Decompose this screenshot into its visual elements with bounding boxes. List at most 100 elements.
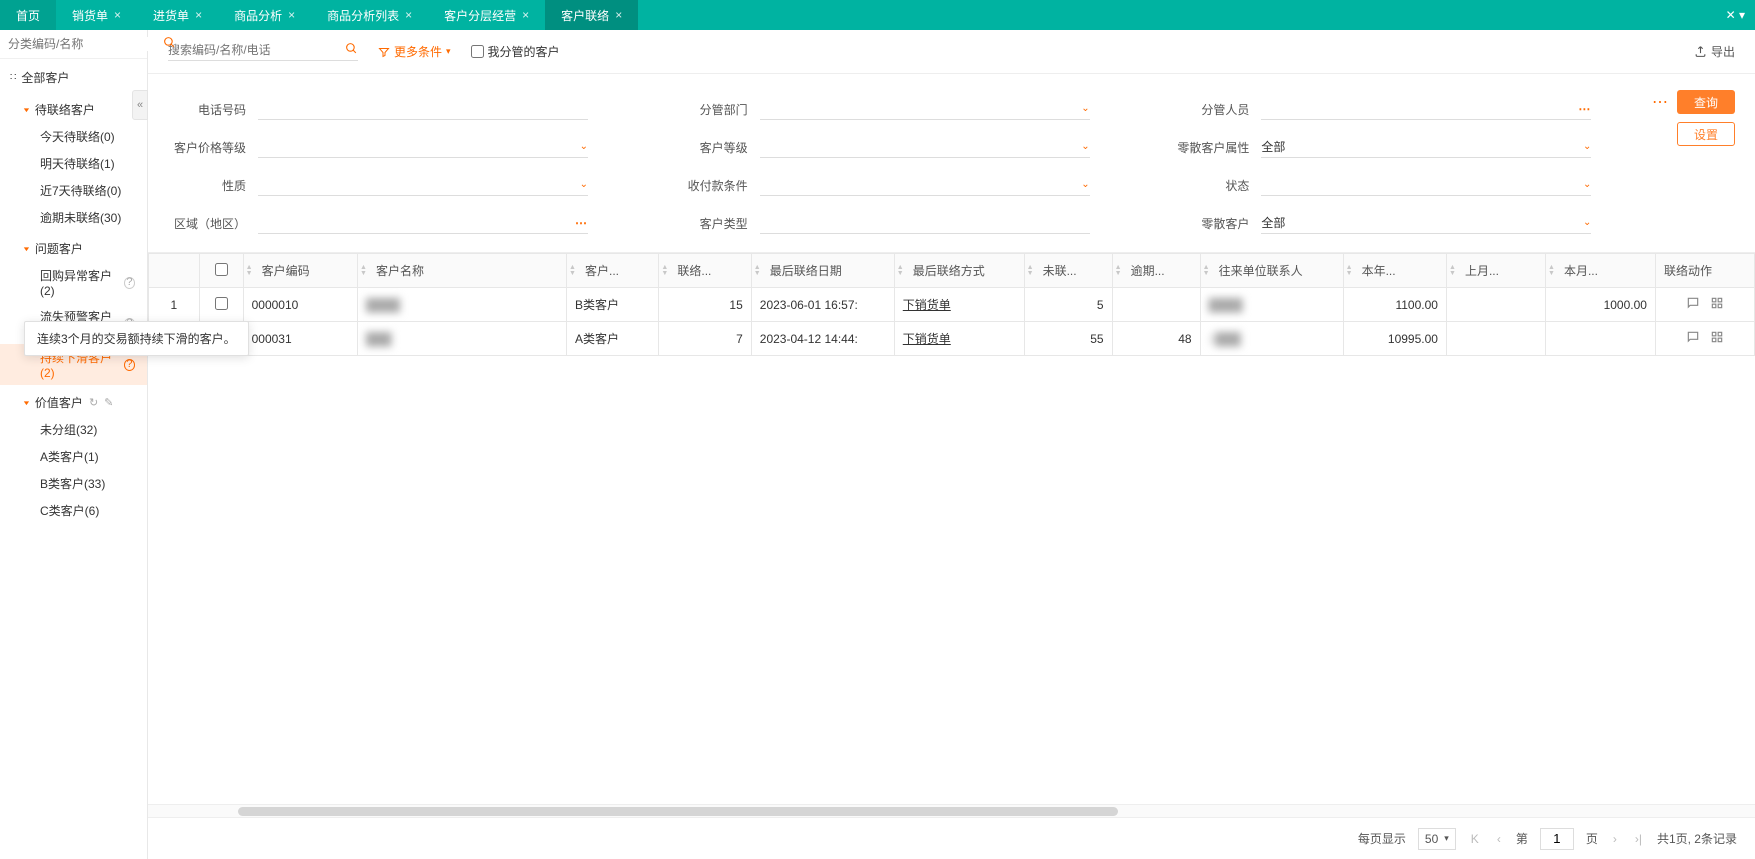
filter-field-零散客户属性[interactable]: 全部⌄ <box>1261 136 1591 158</box>
sidebar-search-input[interactable] <box>8 37 163 51</box>
page-last-icon[interactable]: ›| <box>1632 832 1645 846</box>
scrollbar-thumb[interactable] <box>238 807 1118 816</box>
filter-field-客户等级[interactable]: ⌄ <box>760 136 1090 158</box>
chevron-down-icon[interactable]: ⌄ <box>1081 103 1089 114</box>
help-icon[interactable]: ? <box>124 359 135 371</box>
close-icon[interactable]: × <box>522 8 529 22</box>
tab-客户分层经营[interactable]: 客户分层经营× <box>428 0 545 30</box>
chevron-down-icon[interactable]: ⌄ <box>580 179 588 190</box>
filter-field-电话号码[interactable] <box>258 98 588 120</box>
more-conditions-toggle[interactable]: 更多条件 ▾ <box>378 43 451 60</box>
search-icon[interactable] <box>163 36 176 52</box>
sort-icon[interactable]: ▲▼ <box>360 265 367 277</box>
sort-icon[interactable]: ▲▼ <box>897 265 904 277</box>
tree-section-问题客户[interactable]: ▼问题客户 <box>0 235 147 262</box>
table-row[interactable]: 10000010████B类客户152023-06-01 16:57:下销货单5… <box>149 288 1755 322</box>
grid-icon[interactable] <box>1710 296 1724 313</box>
column-header[interactable]: ▲▼上月... <box>1446 254 1545 288</box>
page-next-icon[interactable]: › <box>1610 832 1620 846</box>
more-icon[interactable]: ⋯ <box>575 216 588 230</box>
refresh-icon[interactable]: ↻ <box>89 396 98 409</box>
row-checkbox[interactable] <box>215 297 228 310</box>
page-prev-icon[interactable]: ‹ <box>1494 832 1504 846</box>
close-icon[interactable]: × <box>288 8 295 22</box>
help-icon[interactable]: ? <box>124 277 135 289</box>
tabs-close-all-icon[interactable]: ✕ ▾ <box>1716 0 1755 30</box>
tree-item[interactable]: 逾期未联络(30) <box>0 204 147 231</box>
close-icon[interactable]: × <box>195 8 202 22</box>
column-header[interactable]: ▲▼往来单位联系人 <box>1200 254 1343 288</box>
sort-icon[interactable]: ▲▼ <box>569 265 576 277</box>
column-header[interactable]: ▲▼本月... <box>1545 254 1655 288</box>
sort-icon[interactable]: ▲▼ <box>661 265 668 277</box>
column-header[interactable]: ▲▼逾期... <box>1112 254 1200 288</box>
filter-field-状态[interactable]: ⌄ <box>1261 174 1591 196</box>
chevron-down-icon[interactable]: ⌄ <box>1081 141 1089 152</box>
sort-icon[interactable]: ▲▼ <box>1115 265 1122 277</box>
filter-field-收付款条件[interactable]: ⌄ <box>760 174 1090 196</box>
tree-item[interactable]: 近7天待联络(0) <box>0 177 147 204</box>
tab-客户联络[interactable]: 客户联络× <box>545 0 638 30</box>
tree-item[interactable]: A类客户(1) <box>0 443 147 470</box>
sort-icon[interactable]: ▲▼ <box>1346 265 1353 277</box>
tree-item[interactable]: 回购异常客户(2)? <box>0 262 147 303</box>
sort-icon[interactable]: ▲▼ <box>1203 265 1210 277</box>
filter-field-零散客户[interactable]: 全部⌄ <box>1261 212 1591 234</box>
filter-field-分管部门[interactable]: ⌄ <box>760 98 1090 120</box>
tree-root[interactable]: ∷ 全部客户 <box>0 63 147 92</box>
tree-item[interactable]: B类客户(33) <box>0 470 147 497</box>
column-header[interactable]: ▲▼客户... <box>566 254 658 288</box>
my-customers-checkbox[interactable]: 我分管的客户 <box>471 43 560 60</box>
column-header[interactable] <box>199 254 243 288</box>
chevron-down-icon[interactable]: ⌄ <box>1081 179 1089 190</box>
chat-icon[interactable] <box>1686 296 1700 313</box>
close-icon[interactable]: × <box>615 8 622 22</box>
tab-销货单[interactable]: 销货单× <box>56 0 137 30</box>
column-header[interactable]: ▲▼最后联络日期 <box>751 254 894 288</box>
grid-icon[interactable] <box>1710 330 1724 347</box>
page-first-icon[interactable]: K <box>1468 832 1482 846</box>
table-row[interactable]: 2000031███A类客户72023-04-12 14:44:下销货单5548… <box>149 322 1755 356</box>
chevron-down-icon[interactable]: ⌄ <box>1583 217 1591 228</box>
filter-field-性质[interactable]: ⌄ <box>258 174 588 196</box>
sort-icon[interactable]: ▲▼ <box>754 265 761 277</box>
main-search-input[interactable] <box>168 43 345 57</box>
column-header[interactable]: 联络动作 <box>1655 254 1754 288</box>
page-number-input[interactable] <box>1540 828 1574 850</box>
column-header[interactable]: ▲▼客户名称 <box>357 254 566 288</box>
chat-icon[interactable] <box>1686 330 1700 347</box>
horizontal-scrollbar[interactable] <box>148 804 1755 817</box>
last-contact-link[interactable]: 下销货单 <box>903 298 951 312</box>
column-header[interactable] <box>149 254 200 288</box>
filter-field-区域（地区）[interactable]: ⋯ <box>258 212 588 234</box>
tree-item[interactable]: 明天待联络(1) <box>0 150 147 177</box>
query-button[interactable]: 查询 <box>1677 90 1735 114</box>
search-icon[interactable] <box>345 42 358 58</box>
select-all-checkbox[interactable] <box>215 263 228 276</box>
tab-首页[interactable]: 首页 <box>0 0 56 30</box>
column-header[interactable]: ▲▼联络... <box>659 254 751 288</box>
chevron-down-icon[interactable]: ⌄ <box>1583 141 1591 152</box>
tree-section-价值客户[interactable]: ▼价值客户↻✎ <box>0 389 147 416</box>
tab-进货单[interactable]: 进货单× <box>137 0 218 30</box>
filter-field-分管人员[interactable]: ⋯ <box>1261 98 1591 120</box>
tab-商品分析列表[interactable]: 商品分析列表× <box>311 0 428 30</box>
tree-item[interactable]: 未分组(32) <box>0 416 147 443</box>
tree-item[interactable]: 今天待联络(0) <box>0 123 147 150</box>
column-header[interactable]: ▲▼本年... <box>1343 254 1446 288</box>
sort-icon[interactable]: ▲▼ <box>1449 265 1456 277</box>
column-header[interactable]: ▲▼客户编码 <box>243 254 357 288</box>
edit-icon[interactable]: ✎ <box>104 396 113 409</box>
filter-field-客户价格等级[interactable]: ⌄ <box>258 136 588 158</box>
close-icon[interactable]: × <box>114 8 121 22</box>
sidebar-collapse-icon[interactable]: « <box>132 90 148 120</box>
last-contact-link[interactable]: 下销货单 <box>903 332 951 346</box>
close-icon[interactable]: × <box>405 8 412 22</box>
sort-icon[interactable]: ▲▼ <box>1548 265 1555 277</box>
sort-icon[interactable]: ▲▼ <box>1027 265 1034 277</box>
tree-section-待联络客户[interactable]: ▼待联络客户 <box>0 96 147 123</box>
tab-商品分析[interactable]: 商品分析× <box>218 0 311 30</box>
sort-icon[interactable]: ▲▼ <box>246 265 253 277</box>
filter-more-icon[interactable]: ⋯ <box>1652 92 1669 112</box>
chevron-down-icon[interactable]: ⌄ <box>580 141 588 152</box>
